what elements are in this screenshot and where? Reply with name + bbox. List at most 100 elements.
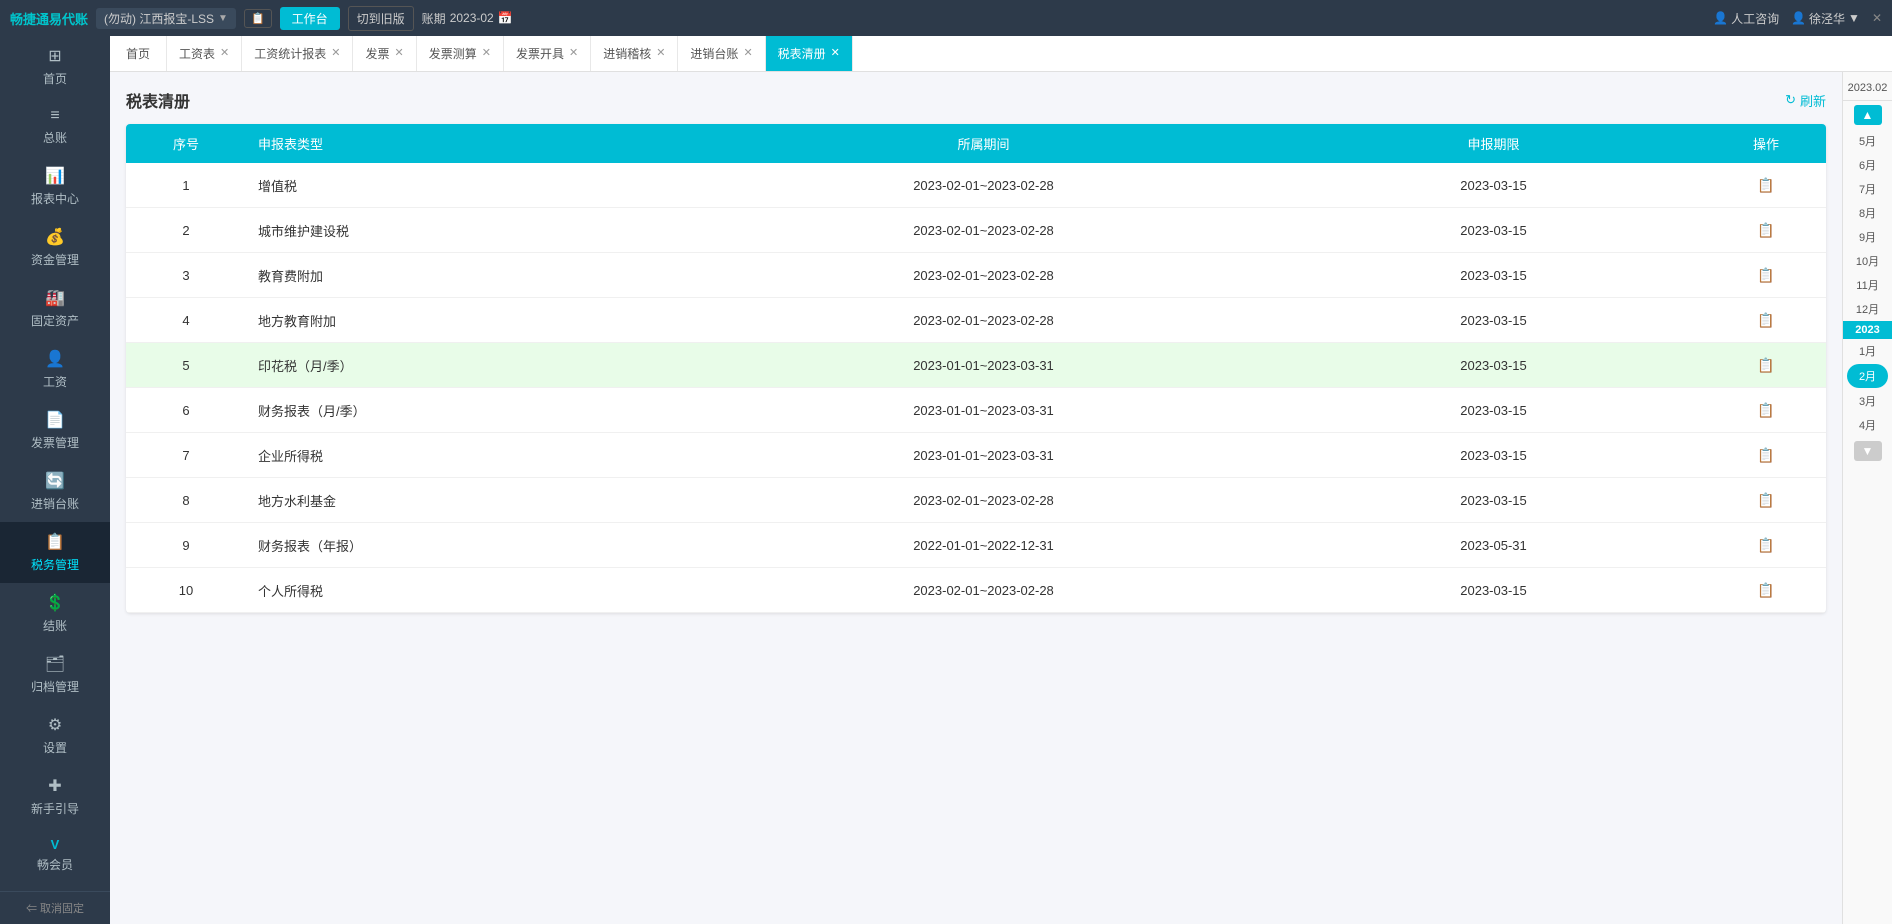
- tab-tax-list[interactable]: 税表清册 ✕: [766, 36, 853, 72]
- cell-period: 2023-02-01~2023-02-28: [686, 478, 1281, 523]
- sidebar-item-archive[interactable]: 🗂 归档管理: [0, 644, 110, 705]
- table-row: 1增值税2023-02-01~2023-02-282023-03-15📋: [126, 163, 1826, 208]
- settings-icon: ⚙: [48, 715, 62, 735]
- action-icon[interactable]: 📋: [1754, 308, 1778, 332]
- sidebar-item-reports[interactable]: 📊 报表中心: [0, 156, 110, 217]
- sidebar-item-settings[interactable]: ⚙ 设置: [0, 705, 110, 766]
- user-menu[interactable]: 👤 徐泾华 ▼: [1791, 10, 1860, 27]
- cell-seq: 9: [126, 523, 246, 568]
- month-5[interactable]: 5月: [1843, 129, 1892, 153]
- action-icon[interactable]: 📋: [1754, 173, 1778, 197]
- action-icon[interactable]: 📋: [1754, 443, 1778, 467]
- sidebar-item-label: 归档管理: [31, 678, 79, 695]
- month-8[interactable]: 8月: [1843, 201, 1892, 225]
- sidebar-item-invoice[interactable]: 📄 发票管理: [0, 400, 110, 461]
- cell-type: 地方教育附加: [246, 298, 686, 343]
- cell-period: 2023-02-01~2023-02-28: [686, 568, 1281, 613]
- service-icon: 👤: [1713, 11, 1728, 25]
- member-icon: V: [51, 837, 60, 852]
- sidebar-item-label: 首页: [43, 70, 67, 87]
- main-layout: ⊞ 首页 ≡ 总账 📊 报表中心 💰 资金管理 🏭 固定资产 👤 工资 📄 发票…: [0, 36, 1892, 924]
- cell-deadline: 2023-03-15: [1281, 343, 1706, 388]
- sidebar-item-member[interactable]: V 畅会员: [0, 827, 110, 883]
- tab-salary-stats[interactable]: 工资统计报表 ✕: [242, 36, 353, 72]
- sidebar-item-salary[interactable]: 👤 工资: [0, 339, 110, 400]
- table-row: 5印花税（月/季）2023-01-01~2023-03-312023-03-15…: [126, 343, 1826, 388]
- tab-purchase-ledger[interactable]: 进销台账 ✕: [678, 36, 765, 72]
- company-name: (勿动) 江西报宝-LSS: [104, 10, 214, 27]
- right-panel-down-button[interactable]: ▼: [1854, 441, 1882, 461]
- action-icon[interactable]: 📋: [1754, 218, 1778, 242]
- right-panel: 2023.02 ▲ 5月 6月 7月 8月 9月 10月 11月 12月 202…: [1842, 72, 1892, 924]
- refresh-button[interactable]: ↻ 刷新: [1785, 91, 1826, 110]
- close-window-icon[interactable]: ✕: [1872, 11, 1882, 25]
- month-3[interactable]: 3月: [1843, 389, 1892, 413]
- month-11[interactable]: 11月: [1843, 273, 1892, 297]
- cell-action: 📋: [1706, 523, 1826, 568]
- action-icon[interactable]: 📋: [1754, 578, 1778, 602]
- cell-period: 2023-02-01~2023-02-28: [686, 163, 1281, 208]
- right-panel-up-button[interactable]: ▲: [1854, 105, 1882, 125]
- tab-home[interactable]: 首页: [110, 36, 167, 72]
- month-12[interactable]: 12月: [1843, 297, 1892, 321]
- switch-old-button[interactable]: 切到旧版: [348, 6, 414, 31]
- action-icon[interactable]: 📋: [1754, 398, 1778, 422]
- calendar-icon[interactable]: 📅: [498, 11, 513, 25]
- sidebar-item-funds[interactable]: 💰 资金管理: [0, 217, 110, 278]
- sidebar-item-purchase-sales[interactable]: 🔄 进销台账: [0, 461, 110, 522]
- cell-seq: 1: [126, 163, 246, 208]
- action-icon[interactable]: 📋: [1754, 263, 1778, 287]
- tab-close-invoice-calc[interactable]: ✕: [482, 48, 491, 59]
- tab-salary-table[interactable]: 工资表 ✕: [167, 36, 242, 72]
- tab-close-invoice-issue[interactable]: ✕: [569, 48, 578, 59]
- unpin-button[interactable]: ⇐ 取消固定: [0, 891, 110, 924]
- tab-invoice-issue[interactable]: 发票开具 ✕: [504, 36, 591, 72]
- sidebar-item-tax[interactable]: 📋 税务管理: [0, 522, 110, 583]
- month-10[interactable]: 10月: [1843, 249, 1892, 273]
- service-button[interactable]: 👤 人工咨询: [1713, 10, 1779, 27]
- cell-action: 📋: [1706, 298, 1826, 343]
- tab-close-salary-table[interactable]: ✕: [220, 48, 229, 59]
- tab-close-invoice[interactable]: ✕: [395, 48, 404, 59]
- archive-icon: 🗂: [45, 654, 65, 674]
- month-2-active[interactable]: 2月: [1847, 364, 1888, 388]
- cell-type: 个人所得税: [246, 568, 686, 613]
- cell-action: 📋: [1706, 568, 1826, 613]
- cell-type: 财务报表（月/季）: [246, 388, 686, 433]
- workspace-button[interactable]: 工作台: [280, 7, 340, 30]
- month-4[interactable]: 4月: [1843, 413, 1892, 437]
- tab-close-tax-list[interactable]: ✕: [831, 48, 840, 59]
- action-icon[interactable]: 📋: [1754, 533, 1778, 557]
- company-selector[interactable]: (勿动) 江西报宝-LSS ▼: [96, 8, 236, 29]
- tab-close-salary-stats[interactable]: ✕: [331, 48, 340, 59]
- month-7[interactable]: 7月: [1843, 177, 1892, 201]
- tab-close-purchase-ledger[interactable]: ✕: [743, 48, 752, 59]
- col-type: 申报表类型: [246, 124, 686, 163]
- tab-invoice-calc[interactable]: 发票测算 ✕: [417, 36, 504, 72]
- month-1[interactable]: 1月: [1843, 339, 1892, 363]
- home-icon: ⊞: [48, 46, 61, 66]
- sidebar-item-home[interactable]: ⊞ 首页: [0, 36, 110, 97]
- cell-action: 📋: [1706, 208, 1826, 253]
- sidebar-item-fixed-assets[interactable]: 🏭 固定资产: [0, 278, 110, 339]
- sidebar-item-guide[interactable]: ✚ 新手引导: [0, 766, 110, 827]
- sidebar-item-ledger[interactable]: ≡ 总账: [0, 97, 110, 156]
- page-title-bar: 税表清册 ↻ 刷新: [126, 88, 1826, 112]
- tab-close-purchase-check[interactable]: ✕: [656, 48, 665, 59]
- month-9[interactable]: 9月: [1843, 225, 1892, 249]
- cell-deadline: 2023-05-31: [1281, 523, 1706, 568]
- cell-deadline: 2023-03-15: [1281, 208, 1706, 253]
- action-icon[interactable]: 📋: [1754, 488, 1778, 512]
- action-icon[interactable]: 📋: [1754, 353, 1778, 377]
- cell-deadline: 2023-03-15: [1281, 388, 1706, 433]
- table-row: 7企业所得税2023-01-01~2023-03-312023-03-15📋: [126, 433, 1826, 478]
- table-row: 6财务报表（月/季）2023-01-01~2023-03-312023-03-1…: [126, 388, 1826, 433]
- tab-purchase-check[interactable]: 进销稽核 ✕: [591, 36, 678, 72]
- user-dropdown-icon: ▼: [1848, 11, 1860, 25]
- sidebar-item-settlement[interactable]: 💲 结账: [0, 583, 110, 644]
- tab-invoice[interactable]: 发票 ✕: [353, 36, 416, 72]
- cell-deadline: 2023-03-15: [1281, 478, 1706, 523]
- copy-button[interactable]: 📋: [244, 9, 272, 28]
- month-6[interactable]: 6月: [1843, 153, 1892, 177]
- cell-period: 2023-02-01~2023-02-28: [686, 298, 1281, 343]
